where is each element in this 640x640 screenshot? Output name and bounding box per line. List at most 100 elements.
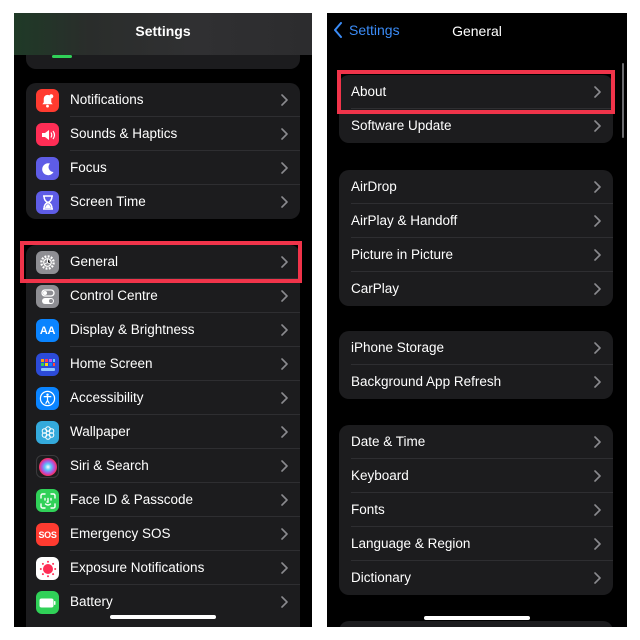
row-airdrop[interactable]: AirDrop xyxy=(339,170,613,204)
general-group-3: iPhone Storage Background App Refresh xyxy=(339,331,613,399)
home-indicator xyxy=(110,615,216,619)
row-label: Display & Brightness xyxy=(70,322,195,337)
exposure-icon xyxy=(36,557,59,580)
row-label: Notifications xyxy=(70,92,144,107)
row-label: Keyboard xyxy=(351,468,409,483)
face-id-icon xyxy=(36,489,59,512)
row-keyboard[interactable]: Keyboard xyxy=(339,459,613,493)
chevron-right-icon xyxy=(594,181,601,193)
chevron-right-icon xyxy=(594,436,601,448)
row-label: Wallpaper xyxy=(70,424,131,439)
row-label: Face ID & Passcode xyxy=(70,492,194,507)
general-group-4: Date & Time Keyboard Fonts Language & Regio… xyxy=(339,425,613,595)
scrollbar[interactable] xyxy=(622,63,624,138)
chevron-right-icon xyxy=(281,426,288,438)
settings-group-2: General Control Centre AA Display & Brightn… xyxy=(26,245,300,627)
row-label: Screen Time xyxy=(70,194,146,209)
bell-icon xyxy=(36,89,59,112)
row-label: AirPlay & Handoff xyxy=(351,213,458,228)
chevron-right-icon xyxy=(281,528,288,540)
hourglass-icon xyxy=(36,191,59,214)
row-face-id-and-passcode[interactable]: Face ID & Passcode xyxy=(26,483,300,517)
app-grid-icon xyxy=(36,353,59,376)
row-date-and-time[interactable]: Date & Time xyxy=(339,425,613,459)
chevron-right-icon xyxy=(594,215,601,227)
row-label: Focus xyxy=(70,160,107,175)
row-label: AirDrop xyxy=(351,179,397,194)
toggles-icon xyxy=(36,285,59,308)
row-label: iPhone Storage xyxy=(351,340,445,355)
row-label: CarPlay xyxy=(351,281,400,296)
row-airplay-and-handoff[interactable]: AirPlay & Handoff xyxy=(339,204,613,238)
chevron-right-icon xyxy=(281,256,288,268)
row-label: Date & Time xyxy=(351,434,426,449)
sos-icon: SOS xyxy=(36,523,59,546)
nav-bar: Settings General xyxy=(327,13,627,53)
row-label: Emergency SOS xyxy=(70,526,171,541)
chevron-right-icon xyxy=(594,376,601,388)
chevron-right-icon xyxy=(594,470,601,482)
chevron-right-icon xyxy=(281,324,288,336)
row-label: Picture in Picture xyxy=(351,247,454,262)
siri-icon xyxy=(36,455,59,478)
speaker-icon xyxy=(36,123,59,146)
settings-group-1: Notifications Sounds & Haptics Focus Screen… xyxy=(26,83,300,219)
row-label: Battery xyxy=(70,594,113,609)
row-language-and-region[interactable]: Language & Region xyxy=(339,527,613,561)
nav-bar: Settings xyxy=(14,13,312,69)
row-home-screen[interactable]: Home Screen xyxy=(26,347,300,381)
row-label: Siri & Search xyxy=(70,458,149,473)
row-label: Dictionary xyxy=(351,570,412,585)
row-background-app-refresh[interactable]: Background App Refresh xyxy=(339,365,613,399)
chevron-right-icon xyxy=(594,283,601,295)
row-software-update[interactable]: Software Update xyxy=(339,109,613,143)
row-carplay[interactable]: CarPlay xyxy=(339,272,613,306)
chevron-right-icon xyxy=(594,86,601,98)
settings-screen: Settings Notifications Sounds & Haptics Fo… xyxy=(14,13,312,627)
row-control-centre[interactable]: Control Centre xyxy=(26,279,300,313)
row-wallpaper[interactable]: Wallpaper xyxy=(26,415,300,449)
chevron-right-icon xyxy=(281,196,288,208)
row-fonts[interactable]: Fonts xyxy=(339,493,613,527)
row-screen-time[interactable]: Screen Time xyxy=(26,185,300,219)
flower-icon xyxy=(36,421,59,444)
chevron-right-icon xyxy=(281,94,288,106)
row-accessibility[interactable]: Accessibility xyxy=(26,381,300,415)
row-exposure-notifications[interactable]: Exposure Notifications xyxy=(26,551,300,585)
row-dictionary[interactable]: Dictionary xyxy=(339,561,613,595)
row-sounds-and-haptics[interactable]: Sounds & Haptics xyxy=(26,117,300,151)
row-general[interactable]: General xyxy=(26,245,300,279)
chevron-right-icon xyxy=(281,392,288,404)
chevron-right-icon xyxy=(281,494,288,506)
row-picture-in-picture[interactable]: Picture in Picture xyxy=(339,238,613,272)
general-group-2: AirDrop AirPlay & Handoff Picture in Pictu… xyxy=(339,170,613,306)
row-iphone-storage[interactable]: iPhone Storage xyxy=(339,331,613,365)
row-emergency-sos[interactable]: SOS Emergency SOS xyxy=(26,517,300,551)
general-screen: Settings General About Software Update Ai… xyxy=(327,13,627,627)
chevron-right-icon xyxy=(281,128,288,140)
chevron-right-icon xyxy=(594,504,601,516)
row-about[interactable]: About xyxy=(339,75,613,109)
chevron-right-icon xyxy=(281,562,288,574)
row-display-and-brightness[interactable]: AA Display & Brightness xyxy=(26,313,300,347)
row-label: Fonts xyxy=(351,502,385,517)
row-label: Exposure Notifications xyxy=(70,560,205,575)
chevron-right-icon xyxy=(594,572,601,584)
row-label: General xyxy=(70,254,119,269)
row-label: Home Screen xyxy=(70,356,153,371)
general-group-1: About Software Update xyxy=(339,75,613,143)
chevron-right-icon xyxy=(594,342,601,354)
row-focus[interactable]: Focus xyxy=(26,151,300,185)
battery-icon xyxy=(36,591,59,614)
row-siri-and-search[interactable]: Siri & Search xyxy=(26,449,300,483)
chevron-right-icon xyxy=(281,358,288,370)
chevron-right-icon xyxy=(281,290,288,302)
home-indicator xyxy=(424,616,530,620)
row-label: Language & Region xyxy=(351,536,471,551)
row-battery[interactable]: Battery xyxy=(26,585,300,619)
row-notifications[interactable]: Notifications xyxy=(26,83,300,117)
page-title: General xyxy=(452,23,502,39)
chevron-right-icon xyxy=(594,120,601,132)
chevron-right-icon xyxy=(594,249,601,261)
chevron-right-icon xyxy=(281,596,288,608)
